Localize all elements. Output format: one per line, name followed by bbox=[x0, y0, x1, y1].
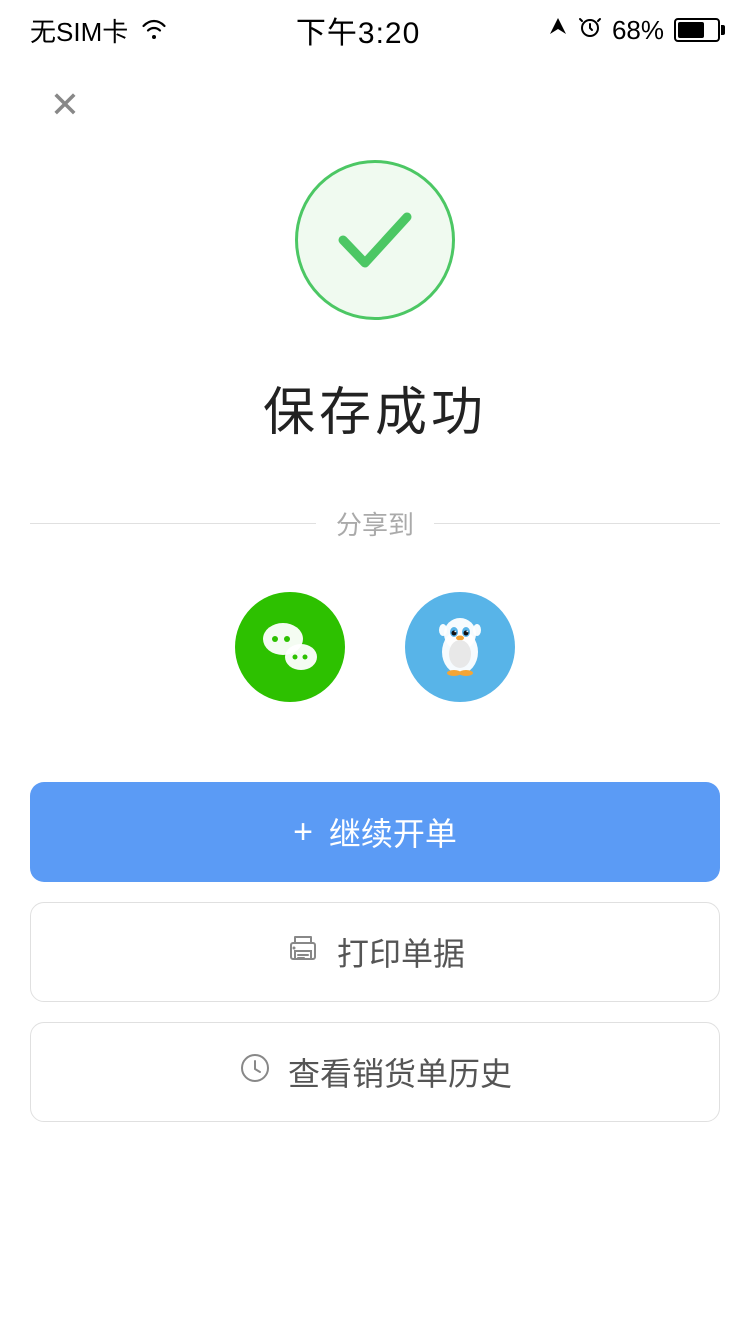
divider-right bbox=[434, 523, 720, 524]
location-icon bbox=[548, 16, 568, 45]
success-title: 保存成功 bbox=[263, 370, 487, 445]
divider-left bbox=[30, 523, 316, 524]
wechat-icon bbox=[259, 621, 321, 673]
history-label: 查看销货单历史 bbox=[288, 1049, 512, 1095]
wechat-share-button[interactable] bbox=[235, 592, 345, 702]
checkmark-icon bbox=[335, 205, 415, 275]
close-icon: ✕ bbox=[50, 87, 80, 123]
battery-percent: 68% bbox=[612, 15, 664, 46]
status-bar: 无SIM卡 下午3:20 68% bbox=[0, 0, 750, 60]
qq-icon bbox=[432, 616, 488, 678]
status-time: 下午3:20 bbox=[296, 8, 420, 52]
share-divider: 分享到 bbox=[30, 505, 720, 542]
actions-container: + 继续开单 打印单据 bbox=[30, 782, 720, 1122]
carrier-text: 无SIM卡 bbox=[30, 12, 128, 49]
success-circle bbox=[295, 160, 455, 320]
alarm-icon bbox=[578, 15, 602, 46]
continue-button[interactable]: + 继续开单 bbox=[30, 782, 720, 882]
main-content: ✕ 保存成功 分享到 bbox=[0, 60, 750, 1122]
battery-icon bbox=[674, 18, 720, 42]
close-button[interactable]: ✕ bbox=[40, 80, 90, 130]
wifi-icon bbox=[140, 15, 168, 46]
share-row bbox=[235, 592, 515, 702]
share-label: 分享到 bbox=[336, 505, 414, 542]
status-right: 68% bbox=[548, 15, 720, 46]
status-left: 无SIM卡 bbox=[30, 12, 168, 49]
qq-share-button[interactable] bbox=[405, 592, 515, 702]
plus-icon: + bbox=[293, 813, 313, 852]
print-label: 打印单据 bbox=[337, 929, 465, 975]
close-button-row: ✕ bbox=[30, 60, 720, 160]
history-icon bbox=[238, 1051, 272, 1094]
printer-icon bbox=[285, 931, 321, 974]
print-button[interactable]: 打印单据 bbox=[30, 902, 720, 1002]
continue-label: 继续开单 bbox=[329, 809, 457, 855]
history-button[interactable]: 查看销货单历史 bbox=[30, 1022, 720, 1122]
